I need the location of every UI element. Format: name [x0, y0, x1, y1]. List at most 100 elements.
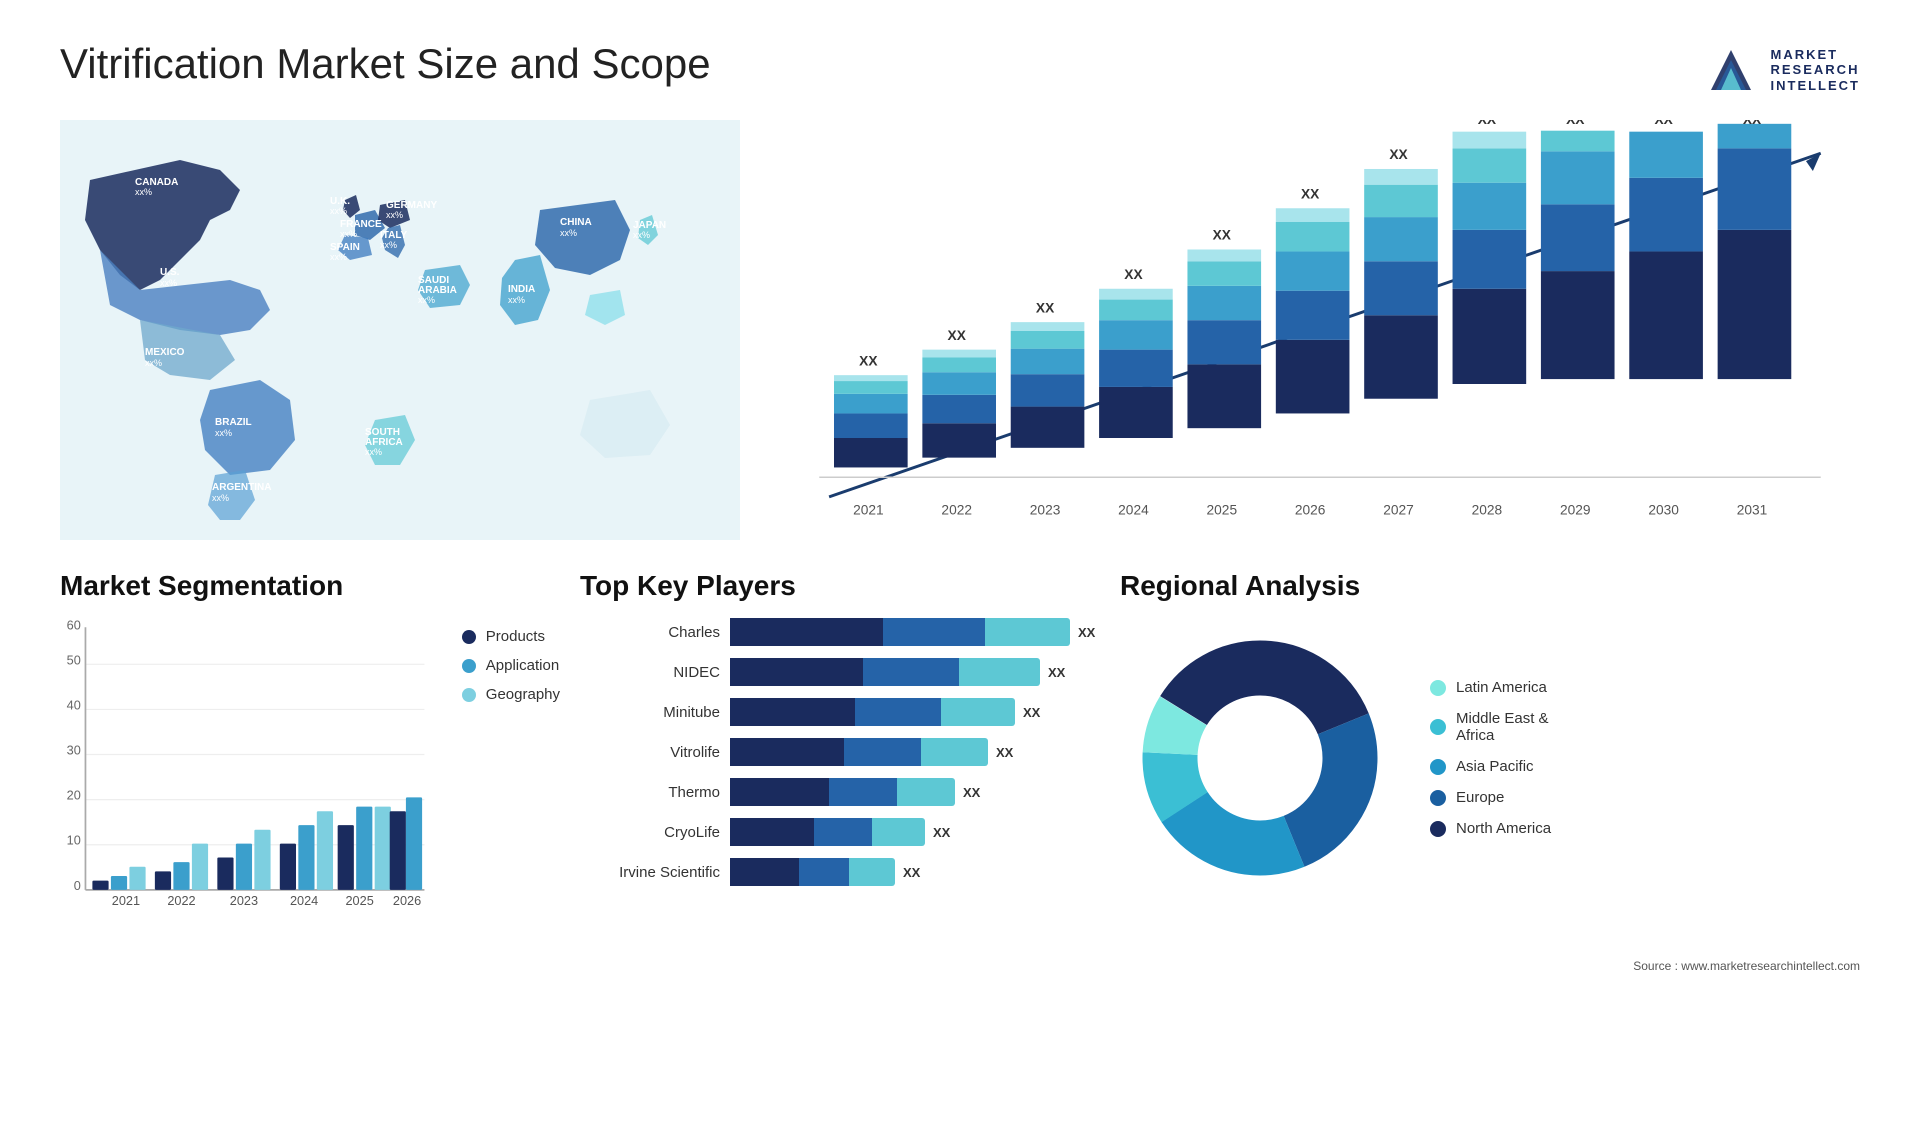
- regional-legend-mea: Middle East &Africa: [1430, 710, 1551, 744]
- svg-text:xx%: xx%: [145, 358, 162, 368]
- svg-text:2025: 2025: [1207, 503, 1238, 518]
- regional-legend-asia: Asia Pacific: [1430, 758, 1551, 775]
- player-name: CryoLife: [580, 824, 720, 841]
- regional-dot-europe: [1430, 790, 1446, 806]
- regional-panel: Regional Analysis: [1120, 570, 1860, 947]
- player-bar-seg1: [730, 858, 799, 886]
- svg-text:2023: 2023: [230, 893, 258, 908]
- regional-legend-europe: Europe: [1430, 789, 1551, 806]
- svg-text:2030: 2030: [1648, 503, 1679, 518]
- segmentation-legend: Products Application Geography: [462, 618, 560, 703]
- svg-text:CHINA: CHINA: [560, 217, 592, 228]
- player-xx: XX: [1048, 665, 1065, 680]
- player-bar-seg2: [844, 738, 921, 766]
- svg-text:10: 10: [67, 833, 81, 848]
- regional-title: Regional Analysis: [1120, 570, 1860, 602]
- logo-line3: INTELLECT: [1771, 78, 1861, 94]
- svg-text:XX: XX: [1124, 267, 1143, 282]
- svg-text:XX: XX: [1301, 186, 1320, 201]
- player-bar-seg1: [730, 618, 883, 646]
- regional-label-mea: Middle East &Africa: [1456, 710, 1549, 744]
- legend-dot-geography: [462, 688, 476, 702]
- player-bar-seg2: [814, 818, 873, 846]
- player-row-irvine: Irvine Scientific XX: [580, 858, 1100, 886]
- svg-text:xx%: xx%: [330, 252, 347, 262]
- svg-text:xx%: xx%: [135, 187, 152, 197]
- regional-dot-mea: [1430, 719, 1446, 735]
- player-bar-container: XX: [730, 778, 1100, 806]
- svg-text:BRAZIL: BRAZIL: [215, 417, 252, 428]
- svg-text:2021: 2021: [112, 893, 140, 908]
- seg-chart-area: 0 10 20 30 40 50 60: [60, 618, 560, 947]
- segmentation-title: Market Segmentation: [60, 570, 560, 602]
- player-bar-container: XX: [730, 618, 1100, 646]
- player-bar-seg3: [872, 818, 925, 846]
- player-name: Vitrolife: [580, 744, 720, 761]
- svg-text:2024: 2024: [290, 893, 318, 908]
- svg-text:2026: 2026: [393, 893, 421, 908]
- player-bar-seg1: [730, 818, 814, 846]
- svg-text:xx%: xx%: [508, 295, 525, 305]
- logo-line2: RESEARCH: [1771, 62, 1861, 78]
- player-bar: [730, 658, 1040, 686]
- logo-icon: [1701, 40, 1761, 100]
- player-bar-seg2: [883, 618, 985, 646]
- player-bar-container: XX: [730, 738, 1100, 766]
- player-row-minitube: Minitube XX: [580, 698, 1100, 726]
- svg-text:2029: 2029: [1560, 503, 1591, 518]
- bar-chart: XX 2021 XX 2022 XX: [780, 120, 1860, 540]
- svg-text:60: 60: [67, 618, 81, 633]
- player-bar: [730, 698, 1015, 726]
- player-xx: XX: [903, 865, 920, 880]
- regional-dot-north-america: [1430, 821, 1446, 837]
- player-bar-seg1: [730, 778, 829, 806]
- seg-chart-wrapper: 0 10 20 30 40 50 60: [60, 618, 442, 947]
- segmentation-chart-svg: 0 10 20 30 40 50 60: [60, 618, 442, 942]
- legend-label-products: Products: [486, 628, 545, 645]
- player-bar-seg2: [863, 658, 959, 686]
- svg-text:2025: 2025: [345, 893, 373, 908]
- player-bar-container: XX: [730, 818, 1100, 846]
- svg-text:xx%: xx%: [215, 428, 232, 438]
- player-xx: XX: [1023, 705, 1040, 720]
- svg-text:xx%: xx%: [633, 230, 650, 240]
- legend-item-products: Products: [462, 628, 560, 645]
- regional-label-north-america: North America: [1456, 820, 1551, 837]
- donut-chart-svg: [1120, 618, 1400, 898]
- svg-text:xx%: xx%: [212, 493, 229, 503]
- svg-text:xx%: xx%: [418, 295, 435, 305]
- regional-legend: Latin America Middle East &Africa Asia P…: [1430, 679, 1551, 837]
- legend-dot-application: [462, 659, 476, 673]
- player-row-vitrolife: Vitrolife XX: [580, 738, 1100, 766]
- player-xx: XX: [933, 825, 950, 840]
- logo-text: MARKET RESEARCH INTELLECT: [1771, 47, 1861, 94]
- regional-content: Latin America Middle East &Africa Asia P…: [1120, 618, 1860, 898]
- player-name: NIDEC: [580, 664, 720, 681]
- svg-text:40: 40: [67, 697, 81, 712]
- svg-text:30: 30: [67, 743, 81, 758]
- regional-legend-north-america: North America: [1430, 820, 1551, 837]
- player-bar: [730, 778, 955, 806]
- segmentation-panel: Market Segmentation 0 10 20 30 40 50 60: [60, 570, 560, 947]
- player-bar-seg2: [855, 698, 941, 726]
- source-text: Source : www.marketresearchintellect.com: [1633, 959, 1860, 973]
- svg-text:xx%: xx%: [560, 228, 577, 238]
- svg-text:U.S.: U.S.: [160, 267, 180, 278]
- player-name: Thermo: [580, 784, 720, 801]
- player-bar-seg3: [849, 858, 895, 886]
- bottom-section: Market Segmentation 0 10 20 30 40 50 60: [60, 570, 1860, 947]
- regional-dot-latin: [1430, 680, 1446, 696]
- regional-label-latin: Latin America: [1456, 679, 1547, 696]
- svg-text:20: 20: [67, 788, 81, 803]
- svg-text:XX: XX: [1566, 120, 1585, 127]
- legend-label-application: Application: [486, 657, 559, 674]
- svg-text:XX: XX: [1389, 147, 1408, 162]
- svg-text:50: 50: [67, 652, 81, 667]
- player-xx: XX: [963, 785, 980, 800]
- player-row-cryolife: CryoLife XX: [580, 818, 1100, 846]
- regional-legend-latin: Latin America: [1430, 679, 1551, 696]
- player-list: Charles XX NIDEC: [580, 618, 1100, 886]
- map-container: CANADA xx% U.S. xx% MEXICO xx% BRAZIL xx…: [60, 120, 740, 540]
- svg-text:2023: 2023: [1030, 503, 1061, 518]
- svg-text:2031: 2031: [1737, 503, 1768, 518]
